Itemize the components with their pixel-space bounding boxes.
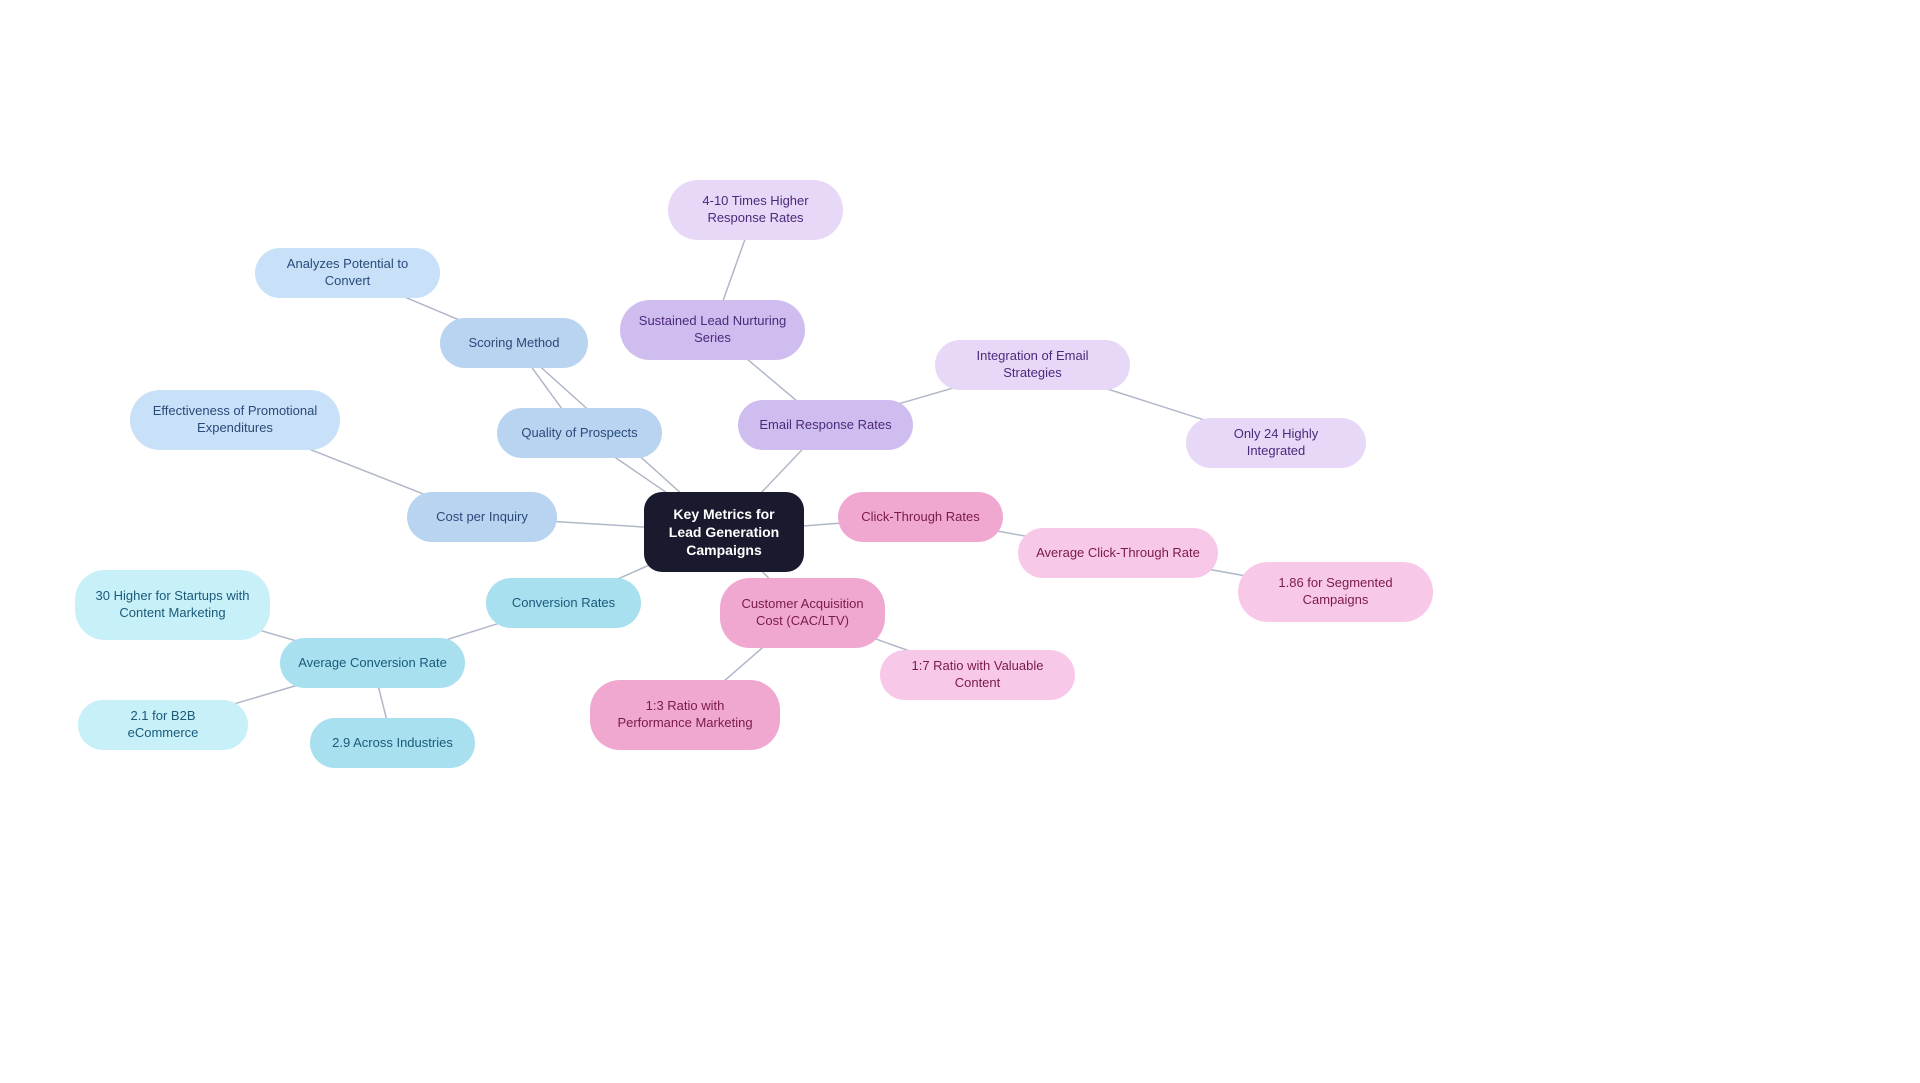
avg-ctr-node: Average Click-Through Rate: [1018, 528, 1218, 578]
cost-per-inquiry-node: Cost per Inquiry: [407, 492, 557, 542]
only-24-node: Only 24 Highly Integrated: [1186, 418, 1366, 468]
13-ratio-node: 1:3 Ratio with Performance Marketing: [590, 680, 780, 750]
186-segmented-node: 1.86 for Segmented Campaigns: [1238, 562, 1433, 622]
integration-email-node: Integration of Email Strategies: [935, 340, 1130, 390]
4-10-times-node: 4-10 Times Higher Response Rates: [668, 180, 843, 240]
17-ratio-node: 1:7 Ratio with Valuable Content: [880, 650, 1075, 700]
mindmap-container: Key Metrics for Lead Generation Campaign…: [0, 0, 1920, 1083]
21-b2b-node: 2.1 for B2B eCommerce: [78, 700, 248, 750]
analyzes-potential-node: Analyzes Potential to Convert: [255, 248, 440, 298]
quality-prospects-node: Quality of Prospects: [497, 408, 662, 458]
effectiveness-node: Effectiveness of Promotional Expenditure…: [130, 390, 340, 450]
center-node: Key Metrics for Lead Generation Campaign…: [644, 492, 804, 572]
scoring-method-node: Scoring Method: [440, 318, 588, 368]
sustained-lead-node: Sustained Lead Nurturing Series: [620, 300, 805, 360]
conversion-rates-node: Conversion Rates: [486, 578, 641, 628]
avg-conversion-rate-node: Average Conversion Rate: [280, 638, 465, 688]
30-higher-node: 30 Higher for Startups with Content Mark…: [75, 570, 270, 640]
click-through-node: Click-Through Rates: [838, 492, 1003, 542]
cac-ltv-node: Customer Acquisition Cost (CAC/LTV): [720, 578, 885, 648]
29-across-node: 2.9 Across Industries: [310, 718, 475, 768]
email-response-node: Email Response Rates: [738, 400, 913, 450]
